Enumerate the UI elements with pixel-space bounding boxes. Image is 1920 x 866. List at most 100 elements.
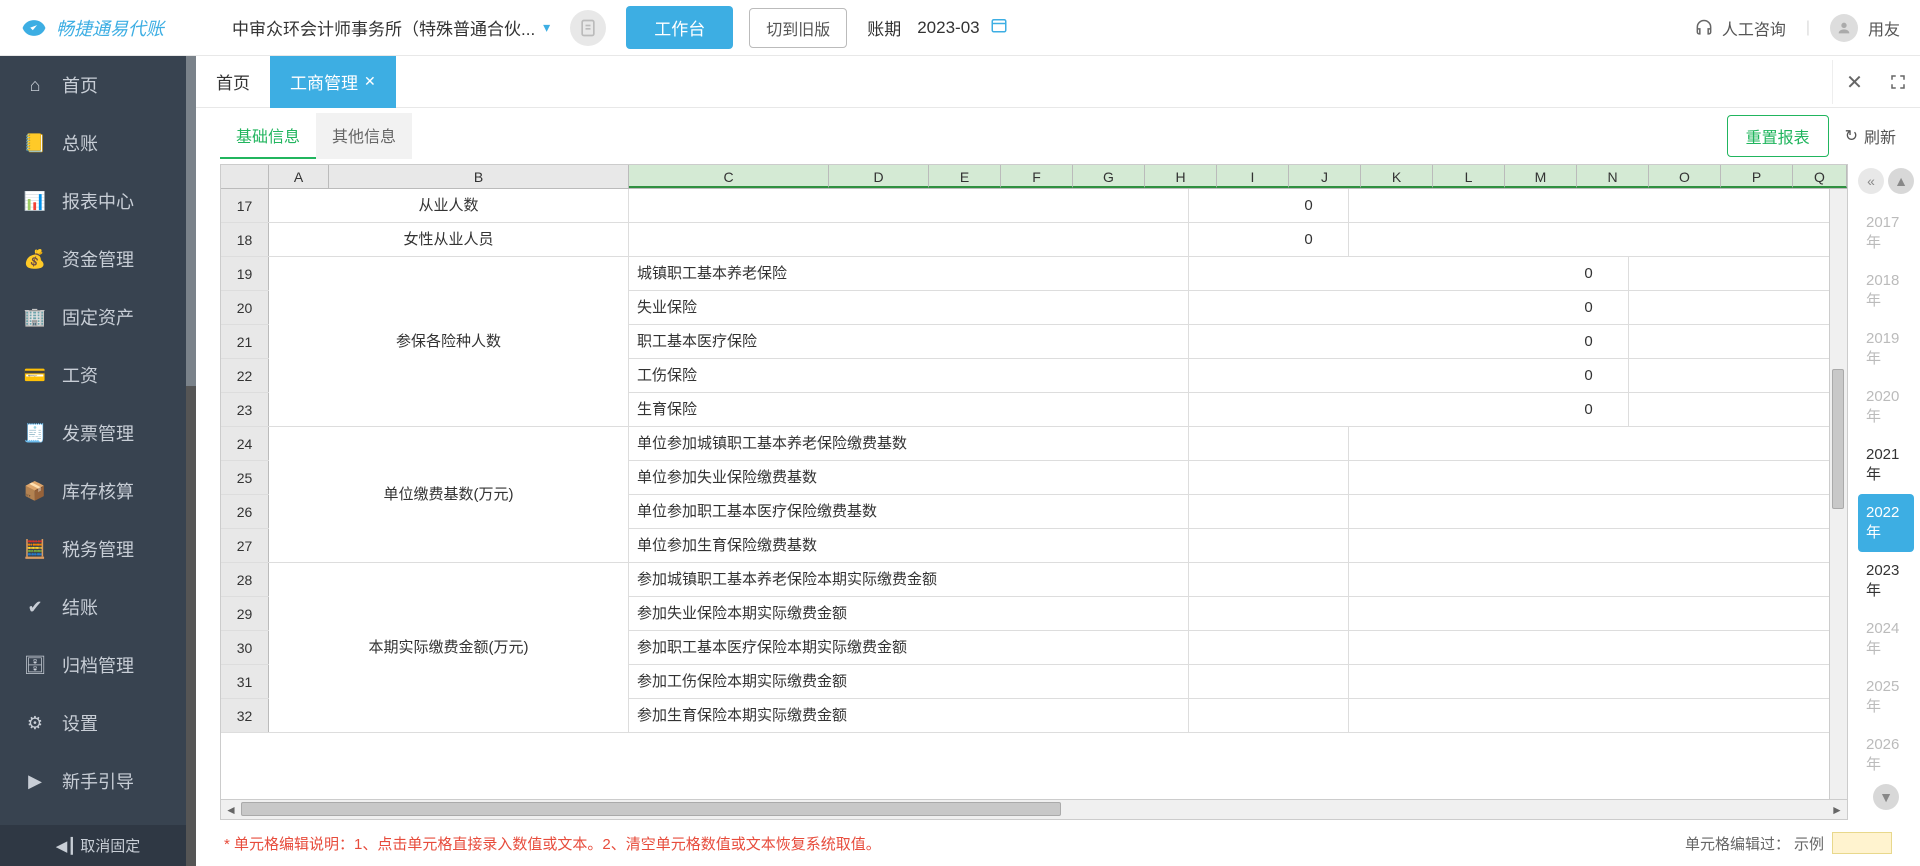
cell-value[interactable]	[1269, 597, 1349, 630]
cell[interactable]: 女性从业人员	[269, 223, 629, 256]
sidebar-item-0[interactable]: ⌂首页	[0, 56, 196, 114]
cell-value[interactable]	[1269, 563, 1349, 596]
row-header[interactable]: 25	[221, 461, 269, 494]
close-all-tabs[interactable]: ✕	[1832, 60, 1876, 104]
spreadsheet[interactable]: ABCDEFGHIJKLMNOPQ 17从业人数018女性从业人员0参保各险种人…	[220, 164, 1848, 800]
hscroll-thumb[interactable]	[241, 802, 1061, 816]
year-2024年[interactable]: 2024年	[1858, 610, 1914, 668]
row-header[interactable]: 21	[221, 325, 269, 358]
cell[interactable]: 工伤保险	[629, 359, 1189, 392]
cell-value[interactable]: 0	[1549, 325, 1629, 358]
col-header-D[interactable]: D	[829, 165, 929, 188]
col-header-P[interactable]: P	[1721, 165, 1793, 188]
row-header[interactable]: 32	[221, 699, 269, 732]
row-header[interactable]: 24	[221, 427, 269, 460]
row-header[interactable]: 28	[221, 563, 269, 596]
row-header[interactable]: 26	[221, 495, 269, 528]
year-2021年[interactable]: 2021年	[1858, 436, 1914, 494]
reset-report-button[interactable]: 重置报表	[1727, 115, 1829, 157]
col-header-I[interactable]: I	[1217, 165, 1289, 188]
cell[interactable]: 失业保险	[629, 291, 1189, 324]
cell[interactable]: 单位缴费基数(万元)	[269, 427, 629, 563]
col-header-K[interactable]: K	[1361, 165, 1433, 188]
sidebar-item-5[interactable]: 💳工资	[0, 346, 196, 404]
row-header[interactable]: 31	[221, 665, 269, 698]
cell[interactable]: 单位参加城镇职工基本养老保险缴费基数	[629, 427, 1189, 460]
row-header[interactable]: 27	[221, 529, 269, 562]
cell-value[interactable]	[1269, 665, 1349, 698]
col-header-L[interactable]: L	[1433, 165, 1505, 188]
cell-value[interactable]: 0	[1549, 291, 1629, 324]
sidebar-unpin[interactable]: ◀┃ 取消固定	[0, 825, 196, 866]
year-2023年[interactable]: 2023年	[1858, 552, 1914, 610]
cell-value[interactable]: 0	[1269, 223, 1349, 256]
cell-value[interactable]: 0	[1549, 359, 1629, 392]
company-dropdown[interactable]: 中审众环会计师事务所（特殊普通合伙... ▾	[232, 15, 550, 40]
cell-value[interactable]	[1269, 495, 1349, 528]
cell[interactable]: 单位参加职工基本医疗保险缴费基数	[629, 495, 1189, 528]
sidebar-item-11[interactable]: ⚙设置	[0, 694, 196, 752]
fullscreen-icon[interactable]	[1876, 60, 1920, 104]
cell[interactable]: 参保各险种人数	[269, 257, 629, 427]
year-2026年[interactable]: 2026年	[1858, 726, 1914, 784]
year-2022年[interactable]: 2022年	[1858, 494, 1914, 552]
sidebar-item-3[interactable]: 💰资金管理	[0, 230, 196, 288]
row-header[interactable]: 29	[221, 597, 269, 630]
old-version-button[interactable]: 切到旧版	[749, 8, 847, 48]
rail-up-icon[interactable]: ▲	[1888, 168, 1914, 194]
calendar-icon[interactable]	[990, 16, 1008, 39]
year-2018年[interactable]: 2018年	[1858, 262, 1914, 320]
sidebar-item-6[interactable]: 🧾发票管理	[0, 404, 196, 462]
row-header[interactable]: 20	[221, 291, 269, 324]
col-header-O[interactable]: O	[1649, 165, 1721, 188]
subtab-basic[interactable]: 基础信息	[220, 113, 316, 159]
cell[interactable]: 城镇职工基本养老保险	[629, 257, 1189, 290]
sidebar-item-8[interactable]: 🧮税务管理	[0, 520, 196, 578]
year-2019年[interactable]: 2019年	[1858, 320, 1914, 378]
cell-value[interactable]: 0	[1549, 393, 1629, 426]
cell-value[interactable]	[1269, 699, 1349, 732]
rail-down-icon[interactable]: ▼	[1873, 784, 1899, 810]
cell[interactable]: 职工基本医疗保险	[629, 325, 1189, 358]
sidebar-item-12[interactable]: ▶新手引导	[0, 752, 196, 810]
cell-value[interactable]	[1269, 529, 1349, 562]
cell-value[interactable]: 0	[1269, 189, 1349, 222]
sheet-body[interactable]: 17从业人数018女性从业人员0参保各险种人数19城镇职工基本养老保险020失业…	[221, 189, 1847, 733]
horizontal-scrollbar[interactable]: ◄ ►	[220, 800, 1848, 820]
row-header[interactable]: 22	[221, 359, 269, 392]
col-header-E[interactable]: E	[929, 165, 1001, 188]
cell[interactable]: 单位参加生育保险缴费基数	[629, 529, 1189, 562]
cell-value[interactable]	[1269, 631, 1349, 664]
cell[interactable]: 参加生育保险本期实际缴费金额	[629, 699, 1189, 732]
vscroll-thumb[interactable]	[1832, 369, 1844, 509]
col-header-A[interactable]: A	[269, 165, 329, 188]
cell-value[interactable]: 0	[1549, 257, 1629, 290]
sidebar-scrollbar[interactable]	[186, 56, 196, 866]
cell[interactable]: 参加失业保险本期实际缴费金额	[629, 597, 1189, 630]
subtab-other[interactable]: 其他信息	[316, 113, 412, 159]
cell[interactable]	[629, 223, 1189, 256]
close-tab-icon[interactable]: ✕	[364, 73, 376, 90]
hscroll-right-arrow[interactable]: ►	[1827, 800, 1847, 820]
cell[interactable]: 参加职工基本医疗保险本期实际缴费金额	[629, 631, 1189, 664]
cell[interactable]: 生育保险	[629, 393, 1189, 426]
select-all-corner[interactable]	[221, 165, 269, 188]
sidebar-item-9[interactable]: ✔结账	[0, 578, 196, 636]
col-header-B[interactable]: B	[329, 165, 629, 188]
scrollbar-thumb[interactable]	[186, 56, 196, 386]
row-header[interactable]: 17	[221, 189, 269, 222]
year-2025年[interactable]: 2025年	[1858, 668, 1914, 726]
hscroll-left-arrow[interactable]: ◄	[221, 800, 241, 820]
cell[interactable]: 参加城镇职工基本养老保险本期实际缴费金额	[629, 563, 1189, 596]
vertical-scrollbar[interactable]	[1829, 189, 1847, 799]
workspace-button[interactable]: 工作台	[626, 6, 733, 49]
year-2020年[interactable]: 2020年	[1858, 378, 1914, 436]
sidebar-item-10[interactable]: 🗄归档管理	[0, 636, 196, 694]
cell[interactable]: 参加工伤保险本期实际缴费金额	[629, 665, 1189, 698]
cell[interactable]: 从业人数	[269, 189, 629, 222]
cell[interactable]: 本期实际缴费金额(万元)	[269, 563, 629, 733]
col-header-C[interactable]: C	[629, 165, 829, 188]
cell[interactable]	[629, 189, 1189, 222]
sidebar-item-4[interactable]: 🏢固定资产	[0, 288, 196, 346]
sidebar-item-1[interactable]: 📒总账	[0, 114, 196, 172]
